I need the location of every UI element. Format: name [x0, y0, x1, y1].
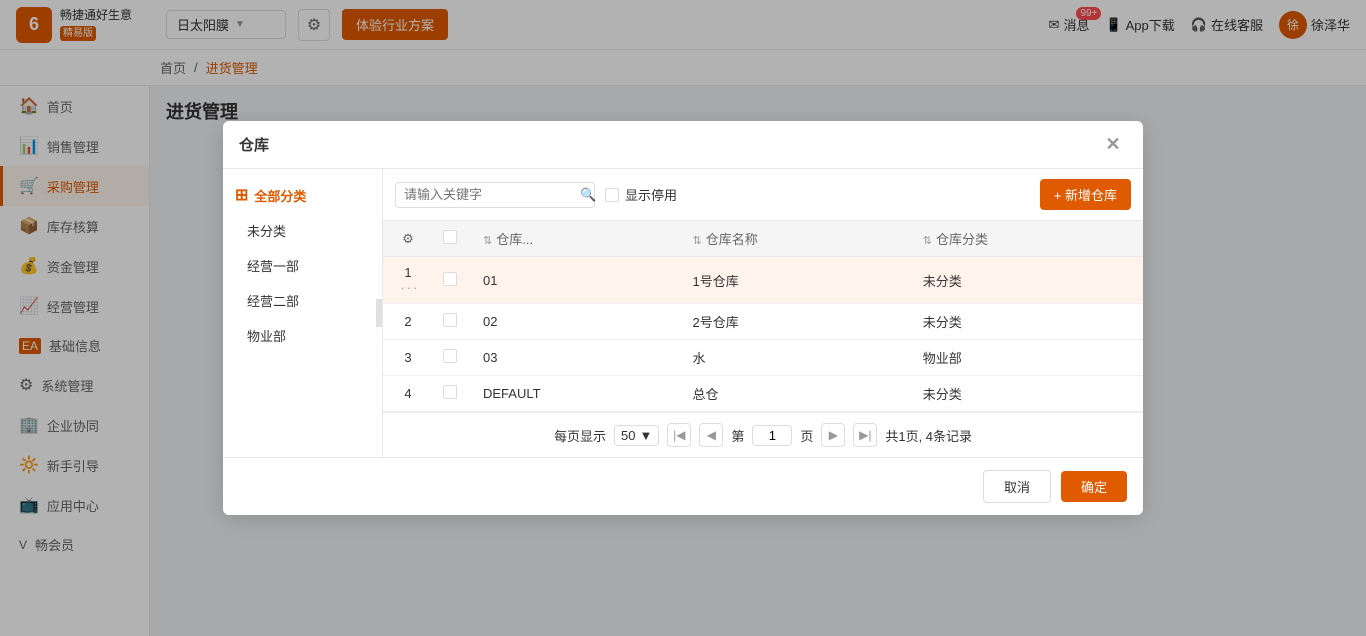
- sort-icon: ⇅: [693, 235, 702, 247]
- modal-footer: 取消 确定: [223, 457, 1143, 515]
- category-panel: ⊞ 全部分类 ‹ 未分类 经营一部 经营二部 物业部: [223, 169, 383, 457]
- warehouse-code: 03: [473, 340, 683, 376]
- grid-icon: ⊞: [235, 185, 248, 205]
- th-category: ⇅仓库分类: [913, 221, 1143, 257]
- first-page-button[interactable]: |◀: [667, 423, 691, 447]
- search-box: 🔍: [395, 182, 595, 208]
- warehouse-name: 水: [683, 340, 913, 376]
- th-gear: ⚙: [383, 221, 433, 257]
- row-number: 4: [383, 376, 433, 412]
- table-toolbar: 🔍 显示停用 + 新增仓库: [383, 169, 1143, 221]
- warehouse-category: 未分类: [913, 257, 1143, 304]
- warehouse-code: DEFAULT: [473, 376, 683, 412]
- row-checkbox[interactable]: [443, 272, 457, 286]
- row-checkbox[interactable]: [443, 313, 457, 327]
- select-all-checkbox[interactable]: [443, 230, 457, 244]
- th-checkbox: [433, 221, 473, 257]
- warehouse-code: 01: [473, 257, 683, 304]
- gear-icon: ⚙: [402, 231, 414, 246]
- page-unit: 页: [800, 426, 813, 445]
- row-checkbox-cell: [433, 257, 473, 304]
- category-item-dept2[interactable]: 经营二部: [223, 283, 382, 318]
- category-all-header[interactable]: ⊞ 全部分类: [223, 177, 382, 213]
- total-info: 共1页, 4条记录: [885, 426, 972, 445]
- warehouse-category: 未分类: [913, 304, 1143, 340]
- modal-header: 仓库 ✕: [223, 121, 1143, 169]
- per-page-label: 每页显示: [554, 426, 606, 445]
- table-panel: 🔍 显示停用 + 新增仓库 ⚙: [383, 169, 1143, 457]
- search-input[interactable]: [404, 187, 580, 202]
- table-wrap: ⚙ ⇅仓库... ⇅仓库名称 ⇅仓库分类 1 ···: [383, 221, 1143, 412]
- confirm-button[interactable]: 确定: [1061, 471, 1127, 502]
- th-name: ⇅仓库名称: [683, 221, 913, 257]
- chevron-down-icon: ▼: [639, 428, 652, 443]
- sort-icon: ⇅: [483, 235, 492, 247]
- modal-title: 仓库: [239, 134, 269, 155]
- warehouse-category: 物业部: [913, 340, 1143, 376]
- category-item-unclassified[interactable]: 未分类: [223, 213, 382, 248]
- warehouse-name: 总仓: [683, 376, 913, 412]
- show-disabled-area: 显示停用: [605, 185, 677, 204]
- th-code: ⇅仓库...: [473, 221, 683, 257]
- show-disabled-label: 显示停用: [625, 185, 677, 204]
- row-checkbox[interactable]: [443, 349, 457, 363]
- row-checkbox-cell: [433, 376, 473, 412]
- row-number: 2: [383, 304, 433, 340]
- table-row[interactable]: 4 DEFAULT 总仓 未分类: [383, 376, 1143, 412]
- close-button[interactable]: ✕: [1099, 131, 1127, 159]
- pagination-area: 每页显示 50 ▼ |◀ ◀ 第 页 ▶ ▶| 共1页, 4条记录: [383, 412, 1143, 457]
- row-number: 1 ···: [383, 257, 433, 304]
- table-head: ⚙ ⇅仓库... ⇅仓库名称 ⇅仓库分类: [383, 221, 1143, 257]
- warehouse-category: 未分类: [913, 376, 1143, 412]
- row-checkbox-cell: [433, 304, 473, 340]
- category-item-property[interactable]: 物业部: [223, 318, 382, 353]
- page-input[interactable]: [752, 425, 792, 446]
- warehouse-table: ⚙ ⇅仓库... ⇅仓库名称 ⇅仓库分类 1 ···: [383, 221, 1143, 412]
- table-row[interactable]: 1 ··· 01 1号仓库 未分类: [383, 257, 1143, 304]
- row-checkbox-cell: [433, 340, 473, 376]
- sort-icon: ⇅: [923, 235, 932, 247]
- category-collapse-button[interactable]: ‹: [376, 299, 383, 327]
- per-page-select[interactable]: 50 ▼: [614, 425, 659, 446]
- show-disabled-checkbox[interactable]: [605, 188, 619, 202]
- per-page-value: 50: [621, 428, 635, 443]
- table-row[interactable]: 2 02 2号仓库 未分类: [383, 304, 1143, 340]
- search-icon[interactable]: 🔍: [580, 187, 596, 203]
- last-page-button[interactable]: ▶|: [853, 423, 877, 447]
- table-body: 1 ··· 01 1号仓库 未分类 2 0: [383, 257, 1143, 412]
- row-number: 3: [383, 340, 433, 376]
- row-checkbox[interactable]: [443, 385, 457, 399]
- page-label: 第: [731, 426, 744, 445]
- add-warehouse-button[interactable]: + 新增仓库: [1040, 179, 1131, 210]
- cancel-button[interactable]: 取消: [983, 470, 1051, 503]
- table-row[interactable]: 3 03 水 物业部: [383, 340, 1143, 376]
- warehouse-modal: 仓库 ✕ ⊞ 全部分类 ‹ 未分类 经营一部 经营二部 物业部: [223, 121, 1143, 515]
- warehouse-code: 02: [473, 304, 683, 340]
- next-page-button[interactable]: ▶: [821, 423, 845, 447]
- modal-overlay: 仓库 ✕ ⊞ 全部分类 ‹ 未分类 经营一部 经营二部 物业部: [0, 0, 1366, 636]
- category-all-label: 全部分类: [254, 186, 306, 205]
- modal-body: ⊞ 全部分类 ‹ 未分类 经营一部 经营二部 物业部 🔍: [223, 169, 1143, 457]
- prev-page-button[interactable]: ◀: [699, 423, 723, 447]
- row-actions-button[interactable]: ···: [401, 280, 420, 295]
- warehouse-name: 1号仓库: [683, 257, 913, 304]
- category-item-dept1[interactable]: 经营一部: [223, 248, 382, 283]
- warehouse-name: 2号仓库: [683, 304, 913, 340]
